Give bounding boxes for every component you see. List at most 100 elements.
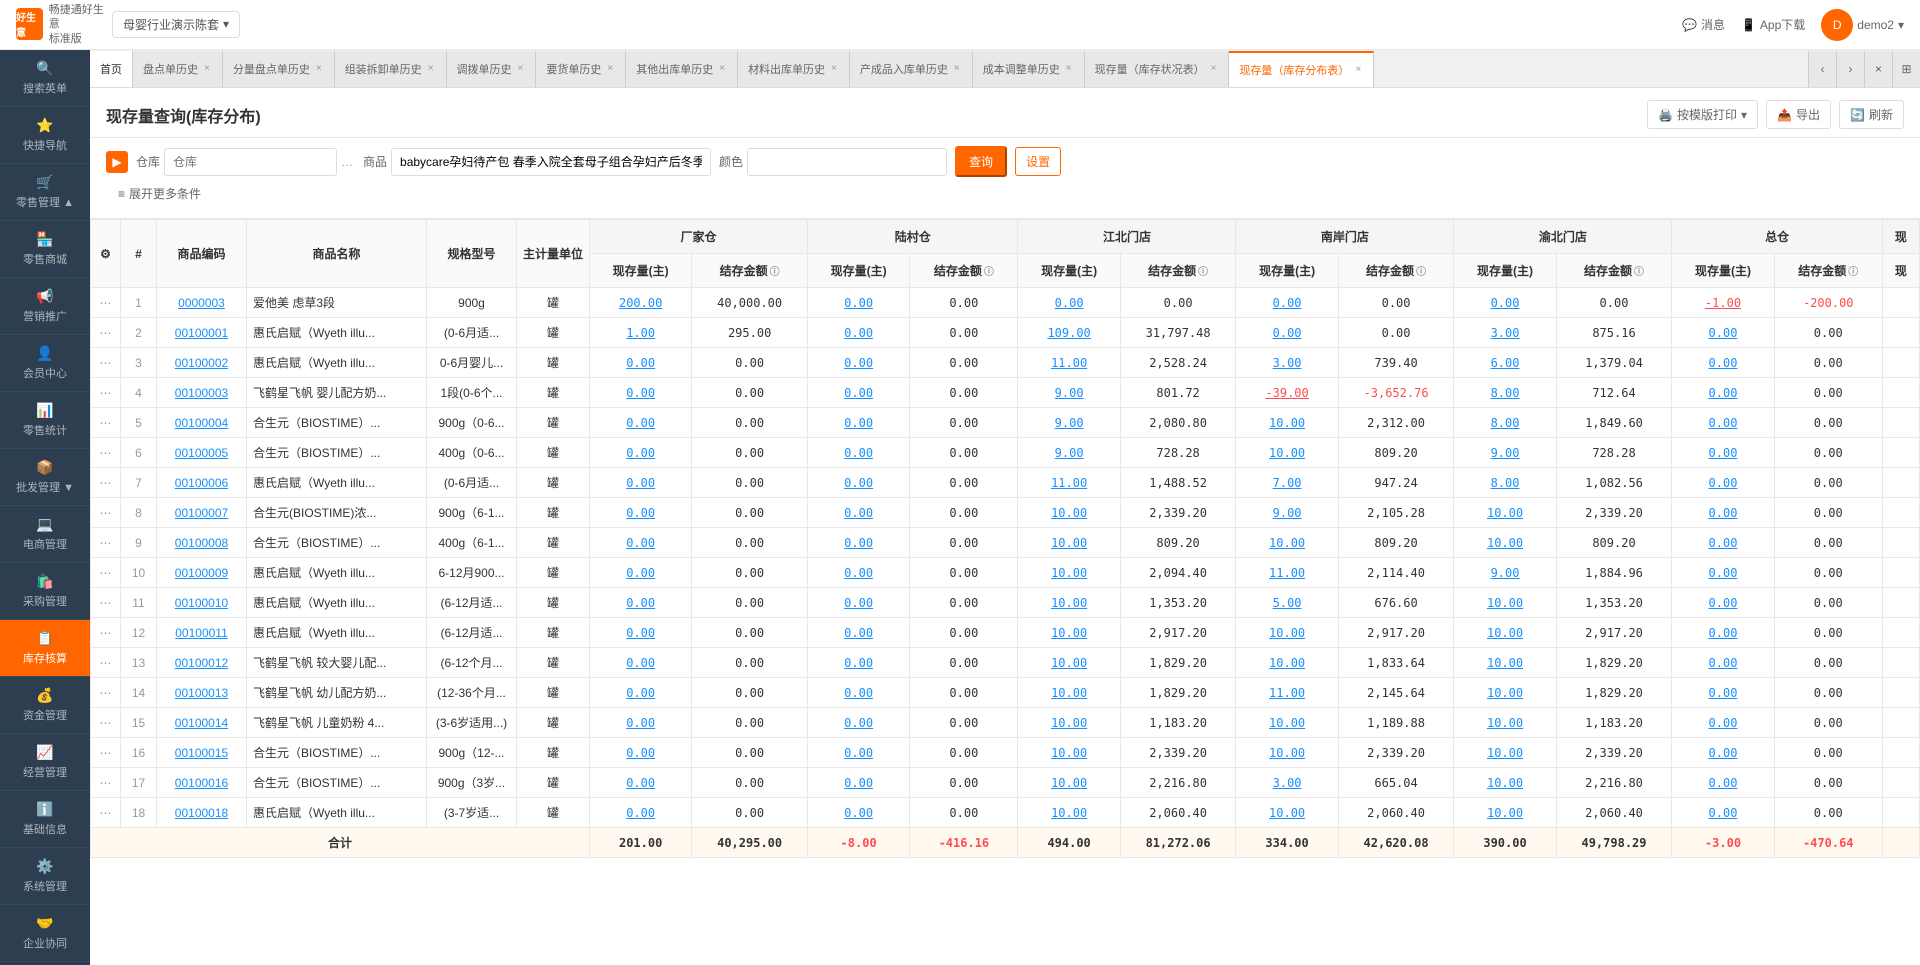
tab-close-dbdj[interactable]: × bbox=[516, 62, 526, 75]
tab-close-xclkzk[interactable]: × bbox=[1209, 62, 1219, 75]
col-settings-cell: ⋯ bbox=[91, 498, 121, 528]
app-download-btn[interactable]: 📱 App下载 bbox=[1741, 16, 1805, 33]
query-btn[interactable]: 查询 bbox=[955, 146, 1007, 177]
col-name-cell: 飞鹤星飞帆 较大婴儿配... bbox=[247, 648, 427, 678]
user-profile[interactable]: D demo2 ▾ bbox=[1821, 9, 1904, 41]
main-content: 现存量查询(库存分布) 🖨️ 按模版打印 ▾ 📤 导出 🔄 刷新 bbox=[90, 88, 1920, 965]
sidebar-item-ops[interactable]: 📈 经营管理 bbox=[0, 734, 90, 791]
info-icon-1[interactable]: ⓘ bbox=[770, 267, 780, 278]
sidebar-item-retail-mgmt[interactable]: 🛒 零售管理 ▲ bbox=[0, 164, 90, 221]
col-yb-qty: 9.00 bbox=[1454, 438, 1556, 468]
tab-close-zzcc[interactable]: × bbox=[426, 62, 436, 75]
col-xcl-cell bbox=[1882, 648, 1919, 678]
sidebar-item-quick-nav[interactable]: ⭐ 快捷导航 bbox=[0, 107, 90, 164]
sidebar-item-basic-info[interactable]: ℹ️ 基础信息 bbox=[0, 791, 90, 848]
tab-nav-left[interactable]: ‹ bbox=[1808, 51, 1836, 87]
sidebar-item-enterprise[interactable]: 🤝 企业协同 bbox=[0, 905, 90, 962]
col-xcl-cell bbox=[1882, 438, 1919, 468]
print-btn[interactable]: 🖨️ 按模版打印 ▾ bbox=[1647, 100, 1758, 129]
col-unit-cell: 罐 bbox=[517, 408, 590, 438]
col-jb-qty: 10.00 bbox=[1018, 708, 1120, 738]
col-group-total: 总仓 bbox=[1672, 220, 1883, 254]
info-icon-6[interactable]: ⓘ bbox=[1848, 267, 1858, 278]
tab-dbdj[interactable]: 调拨单历史 × bbox=[447, 51, 537, 87]
filter-expand-btn[interactable]: ▶ bbox=[106, 151, 128, 173]
tab-xclkfb[interactable]: 现存量（库存分布表） × bbox=[1229, 51, 1374, 87]
sidebar-item-system[interactable]: ⚙️ 系统管理 bbox=[0, 848, 90, 905]
col-name-cell: 惠氏启赋（Wyeth illu... bbox=[247, 558, 427, 588]
col-total-amt-cell: -200.00 bbox=[1774, 288, 1882, 318]
ecommerce-icon: 💻 bbox=[4, 516, 86, 533]
tab-close-yhdj[interactable]: × bbox=[605, 62, 615, 75]
sidebar-item-inventory[interactable]: 📋 库存核算 bbox=[0, 620, 90, 677]
col-unit-cell: 罐 bbox=[517, 318, 590, 348]
tab-close-flpddj[interactable]: × bbox=[314, 62, 324, 75]
sidebar-item-wholesale[interactable]: 📦 批发管理 ▼ bbox=[0, 449, 90, 506]
col-code-cell: 00100011 bbox=[157, 618, 247, 648]
col-lucuncang-amt: 结存金额ⓘ bbox=[910, 254, 1018, 288]
col-unit-cell: 罐 bbox=[517, 528, 590, 558]
industry-selector[interactable]: 母婴行业演示陈套 ▾ bbox=[112, 11, 240, 38]
col-xcl-cell bbox=[1882, 348, 1919, 378]
tab-home[interactable]: 首页 bbox=[90, 51, 133, 87]
tab-nav-right[interactable]: › bbox=[1836, 51, 1864, 87]
tab-close-cbtz[interactable]: × bbox=[1064, 62, 1074, 75]
col-name: 商品名称 bbox=[247, 220, 427, 288]
warehouse-input[interactable] bbox=[164, 148, 337, 176]
col-spec-cell: 400g（6-1... bbox=[427, 528, 517, 558]
info-icon-2[interactable]: ⓘ bbox=[984, 267, 994, 278]
col-jb-qty: 11.00 bbox=[1018, 348, 1120, 378]
tab-nav-expand[interactable]: ⊞ bbox=[1892, 51, 1920, 87]
refresh-btn[interactable]: 🔄 刷新 bbox=[1839, 100, 1904, 129]
sidebar-item-retail-stats[interactable]: 📊 零售统计 bbox=[0, 392, 90, 449]
tab-yhdj[interactable]: 要货单历史 × bbox=[536, 51, 626, 87]
col-lcg-qty: 0.00 bbox=[807, 618, 909, 648]
tab-clck[interactable]: 材料出库单历史 × bbox=[738, 51, 850, 87]
tab-ccprk[interactable]: 产成品入库单历史 × bbox=[850, 51, 973, 87]
col-settings-cell: ⋯ bbox=[91, 528, 121, 558]
col-cjc-amt: 0.00 bbox=[692, 528, 808, 558]
tab-xclkzk[interactable]: 现存量（库存状况表） × bbox=[1085, 51, 1230, 87]
col-index-cell: 3 bbox=[121, 348, 157, 378]
info-icon-3[interactable]: ⓘ bbox=[1198, 267, 1208, 278]
tab-zzcc[interactable]: 组装拆卸单历史 × bbox=[335, 51, 447, 87]
tab-close-clck[interactable]: × bbox=[829, 62, 839, 75]
tab-close-qtckdj[interactable]: × bbox=[717, 62, 727, 75]
col-lcg-qty: 0.00 bbox=[807, 738, 909, 768]
sidebar-item-ecommerce[interactable]: 💻 电商管理 bbox=[0, 506, 90, 563]
color-input[interactable] bbox=[747, 148, 947, 176]
col-lcg-qty: 0.00 bbox=[807, 588, 909, 618]
tab-close-xclkfb[interactable]: × bbox=[1353, 63, 1363, 76]
tab-cbtz[interactable]: 成本调整单历史 × bbox=[973, 51, 1085, 87]
settings-btn[interactable]: 设置 bbox=[1015, 147, 1061, 176]
sidebar-item-purchase[interactable]: 🛍️ 采购管理 bbox=[0, 563, 90, 620]
page-title: 现存量查询(库存分布) bbox=[106, 103, 261, 127]
info-icon-5[interactable]: ⓘ bbox=[1634, 267, 1644, 278]
col-jb-qty: 10.00 bbox=[1018, 678, 1120, 708]
info-icon-4[interactable]: ⓘ bbox=[1416, 267, 1426, 278]
col-jb-amt: 1,488.52 bbox=[1120, 468, 1236, 498]
col-xcl-cell bbox=[1882, 378, 1919, 408]
export-btn[interactable]: 📤 导出 bbox=[1766, 100, 1831, 129]
filter-more-btn[interactable]: ≡ 展开更多条件 bbox=[106, 181, 1904, 206]
tab-flpddj[interactable]: 分量盘点单历史 × bbox=[223, 51, 335, 87]
tab-pddj[interactable]: 盘点单历史 × bbox=[133, 51, 223, 87]
col-cjc-amt: 0.00 bbox=[692, 618, 808, 648]
message-btn[interactable]: 💬 消息 bbox=[1682, 16, 1725, 33]
sidebar-item-marketing[interactable]: 📢 营销推广 bbox=[0, 278, 90, 335]
col-jb-qty: 0.00 bbox=[1018, 288, 1120, 318]
tab-close-ccprk[interactable]: × bbox=[952, 62, 962, 75]
goods-input[interactable] bbox=[391, 148, 711, 176]
sidebar-item-member[interactable]: 👤 会员中心 bbox=[0, 335, 90, 392]
tab-qtckdj[interactable]: 其他出库单历史 × bbox=[626, 51, 738, 87]
sidebar-item-search[interactable]: 🔍 搜索英单 bbox=[0, 50, 90, 107]
col-jb-qty: 10.00 bbox=[1018, 738, 1120, 768]
sidebar-item-retail-mall[interactable]: 🏪 零售商城 bbox=[0, 221, 90, 278]
tab-nav-close-all[interactable]: × bbox=[1864, 51, 1892, 87]
table-row: ⋯ 16 00100015 合生元（BIOSTIME）... 900g（12-.… bbox=[91, 738, 1920, 768]
col-yb-amt: 1,849.60 bbox=[1556, 408, 1672, 438]
col-unit-cell: 罐 bbox=[517, 468, 590, 498]
sidebar-item-capital[interactable]: 💰 资金管理 bbox=[0, 677, 90, 734]
col-na-qty: 10.00 bbox=[1236, 438, 1338, 468]
tab-close-pddj[interactable]: × bbox=[202, 62, 212, 75]
